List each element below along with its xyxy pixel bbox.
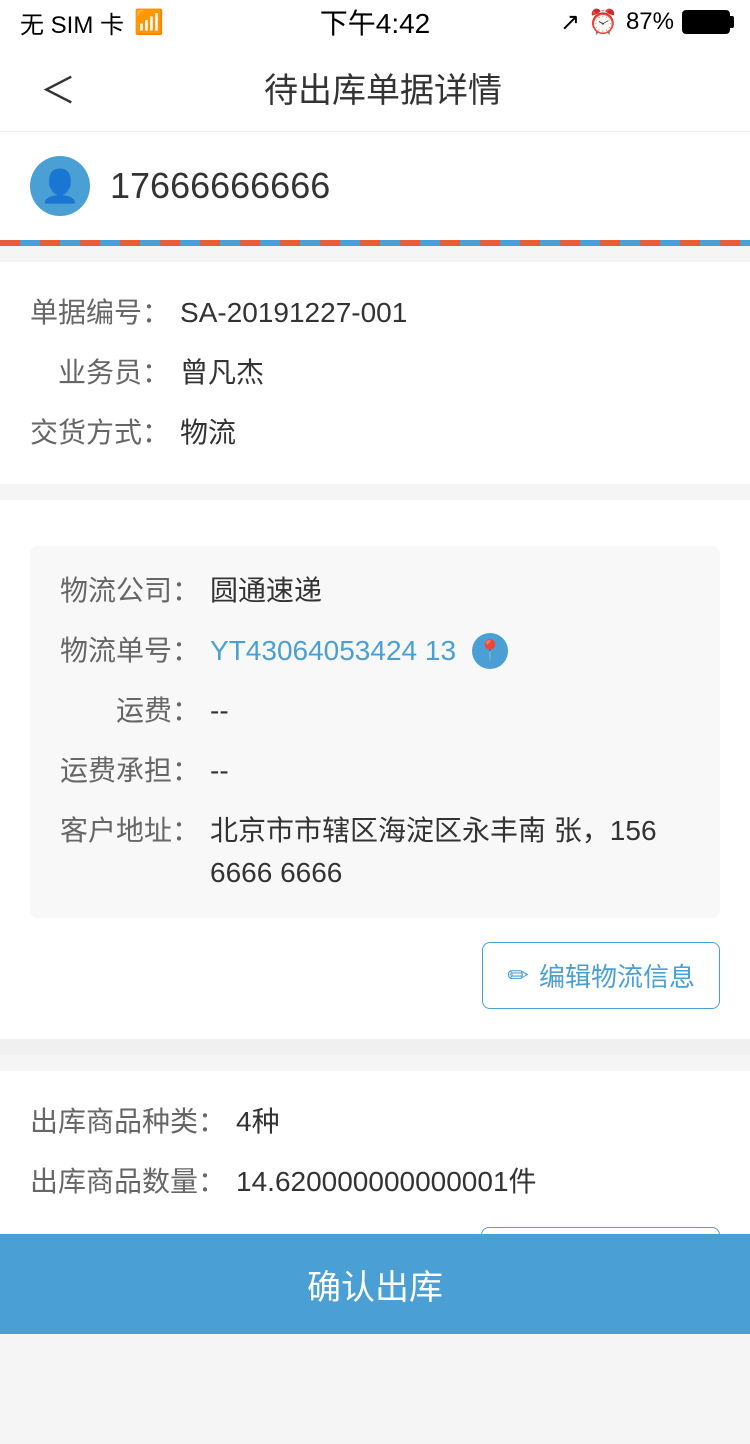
status-left: 无 SIM 卡 📶 bbox=[20, 5, 164, 40]
address-row: 客户地址： 北京市市辖区海淀区永丰南 张，156 6666 6666 bbox=[60, 810, 690, 894]
tracking-label: 物流单号： bbox=[60, 630, 200, 672]
tracking-number: YT43064053424 13 bbox=[210, 630, 456, 672]
status-right: ↗ ⏰ 87% bbox=[560, 8, 730, 37]
status-bar: 无 SIM 卡 📶 下午4:42 ↗ ⏰ 87% bbox=[0, 0, 750, 44]
address-label: 客户地址： bbox=[60, 810, 200, 852]
edit-btn-row: ✏ 编辑物流信息 bbox=[30, 942, 720, 1009]
delivery-value: 物流 bbox=[180, 412, 720, 454]
freight-label: 运费： bbox=[60, 690, 200, 732]
goods-types-row: 出库商品种类： 4种 bbox=[30, 1101, 720, 1143]
wifi-icon: 📶 bbox=[134, 8, 164, 37]
page-title: 待出库单据详情 bbox=[106, 63, 660, 112]
map-pin-icon[interactable]: 📍 bbox=[472, 633, 508, 669]
freight-bearer-value: -- bbox=[210, 750, 690, 792]
document-number-label: 单据编号： bbox=[30, 292, 170, 334]
goods-quantity-row: 出库商品数量： 14.620000000000001件 bbox=[30, 1161, 720, 1203]
logistics-card: 物流公司： 圆通速递 物流单号： YT43064053424 13 📍 运费： … bbox=[30, 546, 720, 918]
confirm-button-label: 确认出库 bbox=[307, 1260, 443, 1309]
document-info-section: 单据编号： SA-20191227-001 业务员： 曾凡杰 交货方式： 物流 bbox=[0, 262, 750, 484]
dashed-separator bbox=[0, 240, 750, 246]
nav-bar: ＜ 待出库单据详情 bbox=[0, 44, 750, 132]
salesman-value: 曾凡杰 bbox=[180, 352, 720, 394]
tracking-row: 物流单号： YT43064053424 13 📍 bbox=[60, 630, 690, 672]
location-icon: ↗ bbox=[560, 8, 580, 37]
avatar: 👤 bbox=[30, 156, 90, 216]
customer-header: 👤 17666666666 bbox=[0, 132, 750, 240]
edit-logistics-button[interactable]: ✏ 编辑物流信息 bbox=[482, 942, 720, 1009]
company-value: 圆通速递 bbox=[210, 570, 690, 612]
battery-icon bbox=[682, 10, 730, 34]
customer-phone: 17666666666 bbox=[110, 165, 330, 207]
goods-types-label: 出库商品种类： bbox=[30, 1101, 226, 1143]
salesman-row: 业务员： 曾凡杰 bbox=[30, 352, 720, 394]
freight-row: 运费： -- bbox=[60, 690, 690, 732]
document-number-row: 单据编号： SA-20191227-001 bbox=[30, 292, 720, 334]
delivery-row: 交货方式： 物流 bbox=[30, 412, 720, 454]
section-divider bbox=[0, 1039, 750, 1055]
alarm-icon: ⏰ bbox=[588, 8, 618, 37]
company-row: 物流公司： 圆通速递 bbox=[60, 570, 690, 612]
freight-bearer-row: 运费承担： -- bbox=[60, 750, 690, 792]
carrier-text: 无 SIM 卡 bbox=[20, 5, 124, 40]
goods-types-value: 4种 bbox=[236, 1101, 720, 1143]
goods-quantity-value: 14.620000000000001件 bbox=[236, 1161, 720, 1203]
freight-value: -- bbox=[210, 690, 690, 732]
time-text: 下午4:42 bbox=[320, 2, 431, 42]
delivery-label: 交货方式： bbox=[30, 412, 170, 454]
address-value: 北京市市辖区海淀区永丰南 张，156 6666 6666 bbox=[210, 810, 690, 894]
edit-icon: ✏ bbox=[507, 960, 529, 991]
spacer bbox=[0, 1324, 750, 1444]
goods-quantity-label: 出库商品数量： bbox=[30, 1161, 226, 1203]
battery-text: 87% bbox=[626, 8, 674, 36]
tracking-value: YT43064053424 13 📍 bbox=[210, 630, 690, 672]
company-label: 物流公司： bbox=[60, 570, 200, 612]
avatar-icon: 👤 bbox=[40, 167, 80, 205]
back-button[interactable]: ＜ bbox=[30, 52, 86, 124]
document-number-value: SA-20191227-001 bbox=[180, 292, 720, 334]
salesman-label: 业务员： bbox=[30, 352, 170, 394]
edit-button-label: 编辑物流信息 bbox=[539, 957, 695, 994]
logistics-section: 物流公司： 圆通速递 物流单号： YT43064053424 13 📍 运费： … bbox=[0, 500, 750, 1039]
freight-bearer-label: 运费承担： bbox=[60, 750, 200, 792]
confirm-bar[interactable]: 确认出库 bbox=[0, 1234, 750, 1334]
